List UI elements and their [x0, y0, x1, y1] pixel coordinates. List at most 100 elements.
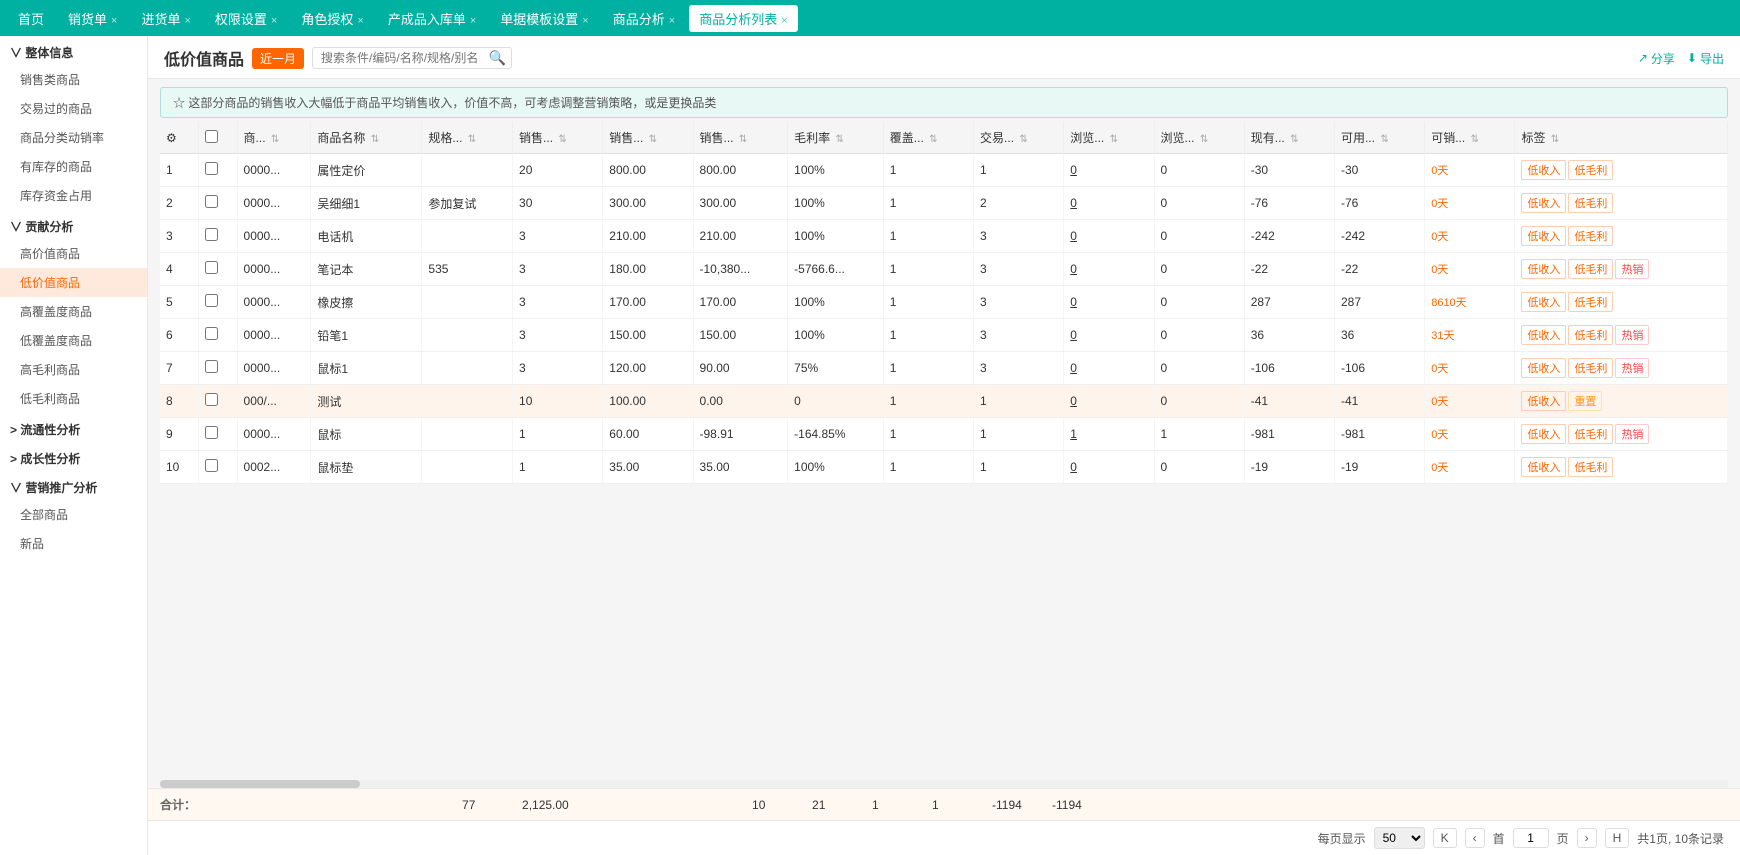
th-tags[interactable]: 标签 ⇅ [1515, 122, 1728, 154]
table-row: 50000...橡皮擦3170.00170.00100%130028728786… [160, 286, 1728, 319]
sidebar-item-商品分类动销率[interactable]: 商品分类动销率 [0, 123, 147, 152]
tag-badge: 低收入 [1521, 259, 1566, 279]
table-wrap[interactable]: ⚙ 商... ⇅ 商品名称 ⇅ 规格... ⇅ 销售... ⇅ 销售... ⇅ … [160, 122, 1728, 780]
cell-checkbox[interactable] [198, 154, 237, 187]
nav-close-icon[interactable]: × [781, 15, 787, 27]
sidebar-item-低覆盖度商品[interactable]: 低覆盖度商品 [0, 326, 147, 355]
th-sale3[interactable]: 销售... ⇅ [693, 122, 788, 154]
th-name[interactable]: 商品名称 ⇅ [311, 122, 422, 154]
th-settings[interactable]: ⚙ [160, 122, 198, 154]
th-margin[interactable]: 毛利率 ⇅ [788, 122, 884, 154]
cell-stock1: -19 [1244, 451, 1334, 484]
cell-checkbox[interactable] [198, 385, 237, 418]
sidebar-group-∨ 贡献分析[interactable]: ∨ 贡献分析 [0, 210, 147, 239]
nav-item-首页[interactable]: 首页 [8, 5, 54, 32]
cell-code: 0000... [237, 154, 311, 187]
th-checkbox[interactable] [198, 122, 237, 154]
nav-item-单据模板设置[interactable]: 单据模板设置× [490, 5, 598, 32]
cell-checkbox[interactable] [198, 319, 237, 352]
sidebar-group-> 成长性分析[interactable]: > 成长性分析 [0, 442, 147, 471]
nav-close-icon[interactable]: × [184, 15, 190, 27]
sidebar-item-低毛利商品[interactable]: 低毛利商品 [0, 384, 147, 413]
cell-checkbox[interactable] [198, 451, 237, 484]
horizontal-scrollbar[interactable] [160, 780, 1728, 788]
row-checkbox[interactable] [205, 393, 218, 406]
sidebar-item-库存资金占用[interactable]: 库存资金占用 [0, 181, 147, 210]
th-code[interactable]: 商... ⇅ [237, 122, 311, 154]
sidebar-item-低价值商品[interactable]: 低价值商品 [0, 268, 147, 297]
th-cover[interactable]: 覆盖... ⇅ [883, 122, 973, 154]
th-stock3[interactable]: 可销... ⇅ [1425, 122, 1515, 154]
page-size-select[interactable]: 50 100 200 [1374, 827, 1425, 849]
row-checkbox[interactable] [205, 228, 218, 241]
nav-item-进货单[interactable]: 进货单× [131, 5, 200, 32]
sidebar-group-∨ 整体信息[interactable]: ∨ 整体信息 [0, 36, 147, 65]
cell-checkbox[interactable] [198, 253, 237, 286]
select-all-checkbox[interactable] [205, 130, 218, 143]
sidebar-item-全部商品[interactable]: 全部商品 [0, 500, 147, 529]
row-checkbox[interactable] [205, 294, 218, 307]
th-sale2[interactable]: 销售... ⇅ [603, 122, 693, 154]
th-stock1[interactable]: 现有... ⇅ [1244, 122, 1334, 154]
th-spec[interactable]: 规格... ⇅ [422, 122, 513, 154]
cell-days: 31天 [1425, 319, 1515, 352]
first-page-button[interactable]: K [1433, 828, 1457, 848]
nav-close-icon[interactable]: × [111, 15, 117, 27]
nav-item-产成品入库单[interactable]: 产成品入库单× [378, 5, 486, 32]
cell-checkbox[interactable] [198, 418, 237, 451]
cell-no: 3 [160, 220, 198, 253]
cell-spec: 535 [422, 253, 513, 286]
tag-badge: 低收入 [1521, 292, 1566, 312]
sidebar-item-新品[interactable]: 新品 [0, 529, 147, 558]
export-button[interactable]: ⬇ 导出 [1687, 50, 1724, 67]
last-page-button[interactable]: H [1605, 828, 1630, 848]
search-icon[interactable]: 🔍 [489, 50, 506, 67]
sidebar-item-高毛利商品[interactable]: 高毛利商品 [0, 355, 147, 384]
nav-item-商品分析列表[interactable]: 商品分析列表× [689, 5, 797, 32]
cell-code: 0000... [237, 220, 311, 253]
nav-close-icon[interactable]: × [669, 15, 675, 27]
cell-code: 0000... [237, 286, 311, 319]
th-sale1[interactable]: 销售... ⇅ [513, 122, 603, 154]
row-checkbox[interactable] [205, 162, 218, 175]
cell-stock1: 36 [1244, 319, 1334, 352]
th-trade[interactable]: 交易... ⇅ [974, 122, 1064, 154]
nav-close-icon[interactable]: × [582, 15, 588, 27]
prev-page-button[interactable]: ‹ [1465, 828, 1485, 848]
search-input[interactable] [312, 47, 512, 69]
nav-item-角色授权[interactable]: 角色授权× [291, 5, 373, 32]
nav-item-销货单[interactable]: 销货单× [58, 5, 127, 32]
nav-close-icon[interactable]: × [470, 15, 476, 27]
nav-item-商品分析[interactable]: 商品分析× [603, 5, 685, 32]
scrollbar-thumb[interactable] [160, 780, 360, 788]
row-checkbox[interactable] [205, 261, 218, 274]
row-checkbox[interactable] [205, 360, 218, 373]
date-range-button[interactable]: 近一月 [252, 48, 304, 69]
cell-checkbox[interactable] [198, 220, 237, 253]
row-checkbox[interactable] [205, 426, 218, 439]
sidebar-group-> 流通性分析[interactable]: > 流通性分析 [0, 413, 147, 442]
cell-margin: 100% [788, 451, 884, 484]
row-checkbox[interactable] [205, 327, 218, 340]
sidebar-item-有库存的商品[interactable]: 有库存的商品 [0, 152, 147, 181]
next-page-button[interactable]: › [1577, 828, 1597, 848]
sidebar-item-销售类商品[interactable]: 销售类商品 [0, 65, 147, 94]
sidebar-item-高覆盖度商品[interactable]: 高覆盖度商品 [0, 297, 147, 326]
nav-close-icon[interactable]: × [357, 15, 363, 27]
nav-close-icon[interactable]: × [271, 15, 277, 27]
sidebar-item-交易过的商品[interactable]: 交易过的商品 [0, 94, 147, 123]
cell-checkbox[interactable] [198, 352, 237, 385]
page-number-input[interactable] [1513, 828, 1549, 848]
th-stock2[interactable]: 可用... ⇅ [1334, 122, 1424, 154]
row-checkbox[interactable] [205, 195, 218, 208]
share-button[interactable]: ↗ 分享 [1638, 50, 1675, 67]
th-browse1[interactable]: 浏览... ⇅ [1064, 122, 1154, 154]
nav-item-权限设置[interactable]: 权限设置× [205, 5, 287, 32]
sidebar-group-∨ 营销推广分析[interactable]: ∨ 营销推广分析 [0, 471, 147, 500]
sidebar-item-高价值商品[interactable]: 高价值商品 [0, 239, 147, 268]
cell-qty: 30 [513, 187, 603, 220]
cell-checkbox[interactable] [198, 286, 237, 319]
th-browse2[interactable]: 浏览... ⇅ [1154, 122, 1244, 154]
row-checkbox[interactable] [205, 459, 218, 472]
cell-checkbox[interactable] [198, 187, 237, 220]
